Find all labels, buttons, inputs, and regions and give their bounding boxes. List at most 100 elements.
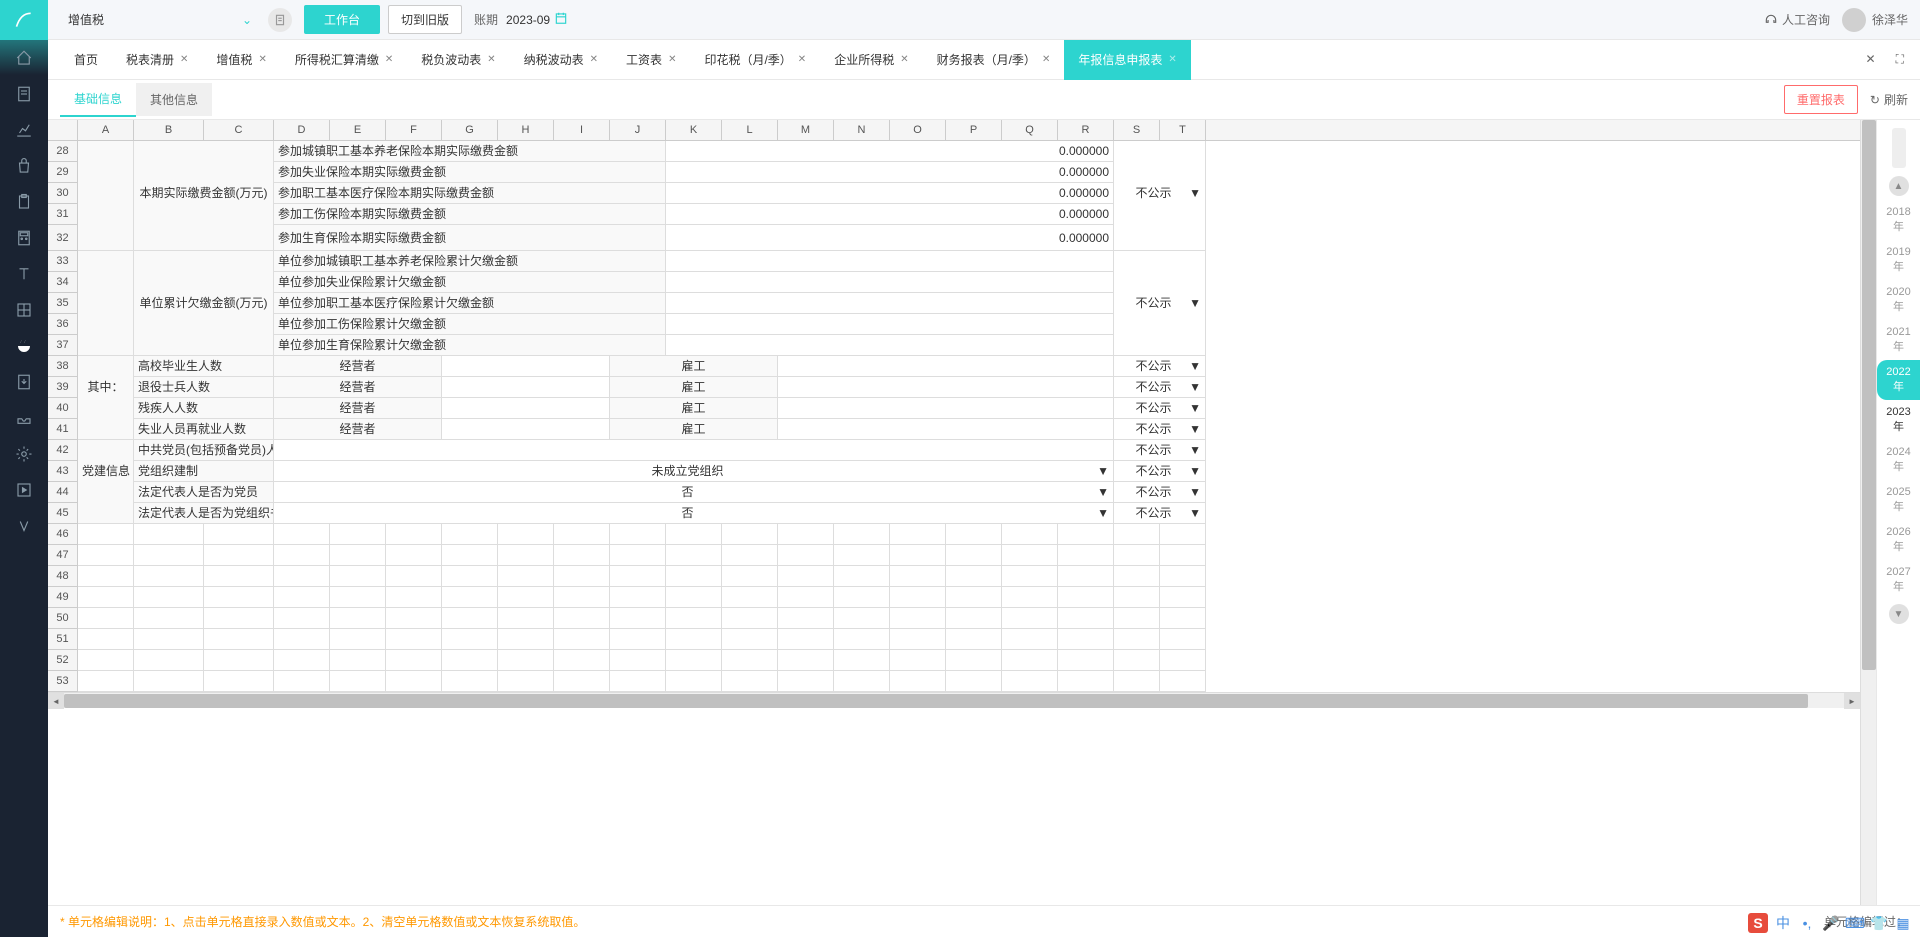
empty[interactable] [890, 587, 946, 608]
operator[interactable]: 经营者 [274, 398, 442, 419]
nav-bag-icon[interactable] [0, 148, 48, 184]
empty[interactable] [330, 671, 386, 692]
col-header-M[interactable]: M [778, 120, 834, 140]
empty[interactable] [1114, 650, 1160, 671]
col-header-K[interactable]: K [666, 120, 722, 140]
empty[interactable] [442, 608, 498, 629]
col-a[interactable] [78, 204, 134, 225]
empty[interactable] [610, 566, 666, 587]
empty[interactable] [78, 650, 134, 671]
row-value[interactable] [666, 251, 1114, 272]
empty[interactable] [1114, 608, 1160, 629]
empty[interactable] [498, 566, 554, 587]
group-title[interactable]: 本期实际缴费金额(万元) [134, 183, 274, 204]
empty[interactable] [834, 629, 890, 650]
empty[interactable] [330, 566, 386, 587]
row-header[interactable]: 52 [48, 650, 78, 671]
empty[interactable] [204, 671, 274, 692]
calendar-icon[interactable] [554, 11, 568, 28]
sub-tab-other[interactable]: 其他信息 [136, 83, 212, 116]
empty[interactable] [1114, 566, 1160, 587]
visibility[interactable]: 不公示▼ [1114, 183, 1206, 204]
nav-soup-icon[interactable] [0, 328, 48, 364]
row-label[interactable]: 失业人员再就业人数 [134, 419, 274, 440]
empty[interactable] [610, 608, 666, 629]
empty[interactable] [274, 545, 330, 566]
col-a[interactable] [78, 251, 134, 272]
empty[interactable] [134, 545, 204, 566]
row-value[interactable] [666, 293, 1114, 314]
empty[interactable] [1160, 524, 1206, 545]
empty[interactable] [722, 587, 778, 608]
row-value[interactable]: 0.000000 [666, 141, 1114, 162]
empty[interactable] [890, 671, 946, 692]
row-label[interactable]: 党组织建制 [134, 461, 274, 482]
nav-export-icon[interactable] [0, 364, 48, 400]
close-icon[interactable]: ✕ [1042, 54, 1050, 65]
val[interactable]: 否▼ [274, 503, 1114, 524]
empty[interactable] [386, 545, 442, 566]
empty[interactable] [274, 671, 330, 692]
empty[interactable] [554, 545, 610, 566]
empty[interactable] [1114, 524, 1160, 545]
visibility[interactable] [1114, 141, 1206, 162]
row-label[interactable]: 参加失业保险本期实际缴费金额 [274, 162, 666, 183]
empty[interactable] [386, 608, 442, 629]
empty[interactable] [1160, 545, 1206, 566]
empty[interactable] [330, 608, 386, 629]
row-label[interactable]: 单位参加城镇职工基本养老保险累计欠缴金额 [274, 251, 666, 272]
group-title[interactable]: 党建信息 [78, 461, 134, 482]
col-header-H[interactable]: H [498, 120, 554, 140]
tab-7[interactable]: 印花税（月/季）✕ [690, 40, 820, 80]
empty[interactable] [666, 671, 722, 692]
visibility[interactable]: 不公示▼ [1114, 398, 1206, 419]
val1[interactable] [442, 398, 610, 419]
tab-8[interactable]: 企业所得税✕ [820, 40, 922, 80]
val1[interactable] [442, 419, 610, 440]
empty[interactable] [778, 587, 834, 608]
empty[interactable] [1002, 629, 1058, 650]
empty[interactable] [386, 650, 442, 671]
visibility[interactable]: 不公示▼ [1114, 419, 1206, 440]
close-icon[interactable]: ✕ [1168, 54, 1176, 65]
row-label[interactable]: 单位参加失业保险累计欠缴金额 [274, 272, 666, 293]
row-header[interactable]: 50 [48, 608, 78, 629]
visibility[interactable]: 不公示▼ [1114, 461, 1206, 482]
empty[interactable] [666, 545, 722, 566]
empty[interactable] [1002, 650, 1058, 671]
col-a[interactable] [78, 183, 134, 204]
empty[interactable] [386, 566, 442, 587]
row-header[interactable]: 31 [48, 204, 78, 225]
empty[interactable] [1002, 545, 1058, 566]
val[interactable] [274, 440, 1114, 461]
col-a[interactable] [78, 141, 134, 162]
company-select[interactable]: 增值税 ⌄ [60, 7, 260, 32]
nav-play-icon[interactable] [0, 472, 48, 508]
employee[interactable]: 雇工 [610, 419, 778, 440]
row-header[interactable]: 42 [48, 440, 78, 461]
empty[interactable] [204, 608, 274, 629]
tab-2[interactable]: 增值税✕ [202, 40, 280, 80]
row-header[interactable]: 53 [48, 671, 78, 692]
row-label[interactable]: 参加职工基本医疗保险本期实际缴费金额 [274, 183, 666, 204]
empty[interactable] [134, 608, 204, 629]
empty[interactable] [554, 608, 610, 629]
row-label[interactable]: 退役士兵人数 [134, 377, 274, 398]
empty[interactable] [666, 608, 722, 629]
scroll-right-button[interactable]: ► [1844, 693, 1860, 709]
empty[interactable] [722, 545, 778, 566]
tab-0[interactable]: 首页 [60, 40, 112, 80]
close-icon[interactable]: ✕ [668, 54, 676, 65]
row-header[interactable]: 37 [48, 335, 78, 356]
empty[interactable] [498, 587, 554, 608]
col-header-R[interactable]: R [1058, 120, 1114, 140]
group-title[interactable] [134, 272, 274, 293]
row-value[interactable]: 0.000000 [666, 183, 1114, 204]
year-item[interactable]: 2021年 [1877, 320, 1920, 360]
empty[interactable] [554, 671, 610, 692]
empty[interactable] [778, 629, 834, 650]
row-header[interactable]: 30 [48, 183, 78, 204]
empty[interactable] [1058, 608, 1114, 629]
scroll-left-button[interactable]: ◄ [48, 693, 64, 709]
empty[interactable] [946, 608, 1002, 629]
